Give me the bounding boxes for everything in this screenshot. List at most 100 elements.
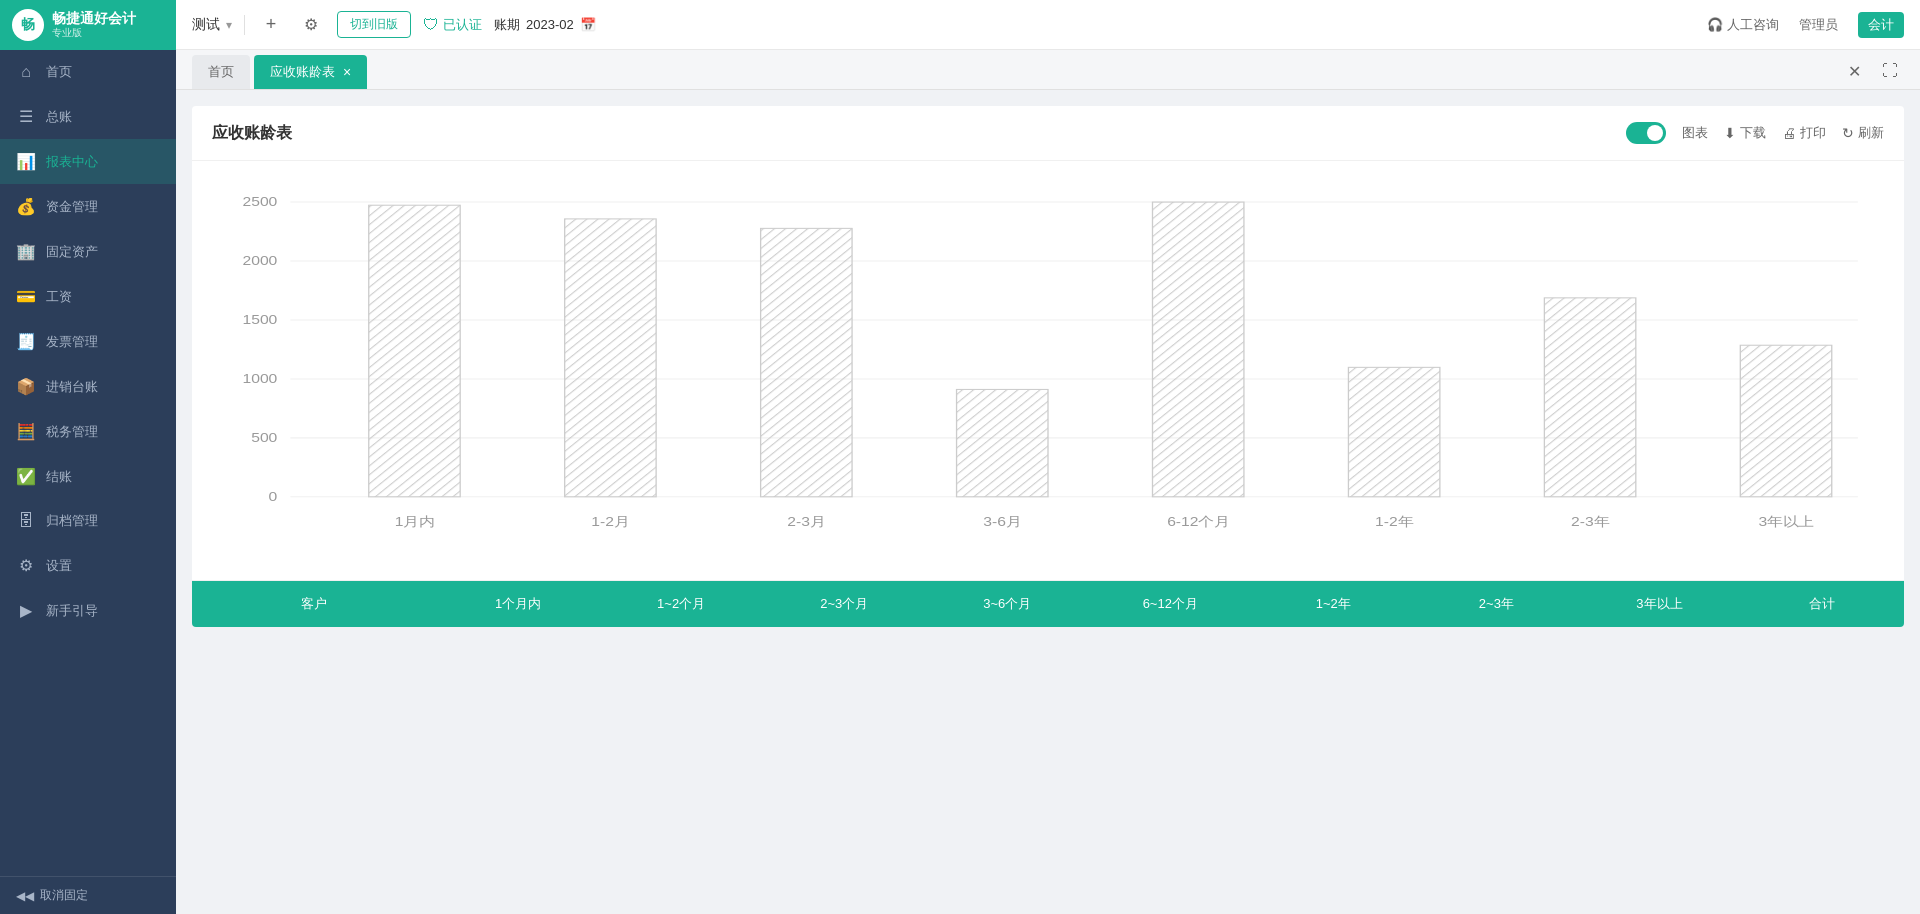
chevron-down-icon: ▾: [226, 18, 232, 32]
tab-actions: ✕ ⛶: [1840, 57, 1904, 89]
sidebar-label-closing: 结账: [46, 468, 72, 486]
sidebar-label-inventory: 进销台账: [46, 378, 98, 396]
inventory-icon: 📦: [16, 377, 36, 396]
switch-version-button[interactable]: 切到旧版: [337, 11, 411, 38]
download-label: 下载: [1740, 124, 1766, 142]
tab-close-window-button[interactable]: ✕: [1840, 57, 1868, 85]
sidebar-item-home[interactable]: ⌂ 首页: [0, 50, 176, 94]
sidebar-item-closing[interactable]: ✅ 结账: [0, 454, 176, 499]
svg-text:1-2月: 1-2月: [591, 515, 629, 529]
close-window-icon: ✕: [1848, 62, 1861, 81]
app-name: 畅捷通好会计: [52, 10, 136, 27]
role-button[interactable]: 会计: [1858, 12, 1904, 38]
th-3plus-year: 3年以上: [1578, 595, 1741, 613]
sidebar-item-inventory[interactable]: 📦 进销台账: [0, 364, 176, 409]
refresh-label: 刷新: [1858, 124, 1884, 142]
page-header: 应收账龄表 图表 ⬇ 下载 🖨 打印 ↻: [192, 106, 1904, 161]
workspace-selector[interactable]: 测试 ▾: [192, 16, 232, 34]
svg-text:0: 0: [269, 490, 278, 504]
svg-rect-17: [761, 228, 852, 496]
add-workspace-button[interactable]: +: [257, 11, 285, 39]
tab-close-button[interactable]: ×: [343, 65, 351, 79]
sidebar-item-ledger[interactable]: ☰ 总账: [0, 94, 176, 139]
main-area: 测试 ▾ + ⚙ 切到旧版 🛡 已认证 账期 2023-02 📅 🎧 人工咨询 …: [176, 0, 1920, 914]
tab-expand-button[interactable]: ⛶: [1876, 57, 1904, 85]
admin-label: 管理员: [1799, 17, 1838, 32]
sidebar-label-ledger: 总账: [46, 108, 72, 126]
sidebar-item-settings[interactable]: ⚙ 设置: [0, 543, 176, 588]
svg-rect-27: [1740, 345, 1831, 497]
sidebar-item-reports[interactable]: 📊 报表中心: [0, 139, 176, 184]
th-1-2month: 1~2个月: [600, 595, 763, 613]
svg-text:2-3月: 2-3月: [787, 515, 825, 529]
sidebar-label-settings: 设置: [46, 557, 72, 575]
verified-badge: 🛡 已认证: [423, 16, 482, 34]
sidebar-label-funds: 资金管理: [46, 198, 98, 216]
workspace-settings-button[interactable]: ⚙: [297, 11, 325, 39]
page-actions: 图表 ⬇ 下载 🖨 打印 ↻ 刷新: [1626, 122, 1884, 144]
sidebar-item-assets[interactable]: 🏢 固定资产: [0, 229, 176, 274]
sidebar-footer-pin[interactable]: ◀◀ 取消固定: [0, 876, 176, 914]
chart-toggle[interactable]: [1626, 122, 1666, 144]
topbar: 测试 ▾ + ⚙ 切到旧版 🛡 已认证 账期 2023-02 📅 🎧 人工咨询 …: [176, 0, 1920, 50]
sidebar-label-home: 首页: [46, 63, 72, 81]
funds-icon: 💰: [16, 197, 36, 216]
download-button[interactable]: ⬇ 下载: [1724, 124, 1766, 142]
svg-text:6-12个月: 6-12个月: [1167, 515, 1229, 529]
logo-text-group: 畅捷通好会计 专业版: [52, 10, 136, 41]
page-title: 应收账龄表: [212, 123, 1626, 144]
home-icon: ⌂: [16, 63, 36, 81]
svg-text:2-3年: 2-3年: [1571, 515, 1609, 529]
assets-icon: 🏢: [16, 242, 36, 261]
table-header: 客户 1个月内 1~2个月 2~3个月 3~6个月 6~12个月 1~2年 2~…: [192, 581, 1904, 627]
period-label: 账期: [494, 16, 520, 34]
pin-label: 取消固定: [40, 887, 88, 904]
sidebar-item-guide[interactable]: ▶ 新手引导: [0, 588, 176, 633]
chart-area: 0 500 1000 1500 2000 2500 1月内: [192, 161, 1904, 581]
sidebar-label-payroll: 工资: [46, 288, 72, 306]
sidebar-label-assets: 固定资产: [46, 243, 98, 261]
th-total: 合计: [1741, 595, 1904, 613]
svg-rect-21: [1153, 202, 1244, 497]
workspace-name: 测试: [192, 16, 220, 34]
sidebar-item-archive[interactable]: 🗄 归档管理: [0, 499, 176, 543]
settings-icon: ⚙: [16, 556, 36, 575]
verified-label: 已认证: [443, 16, 482, 34]
chart-label: 图表: [1682, 124, 1708, 142]
sidebar-item-tax[interactable]: 🧮 税务管理: [0, 409, 176, 454]
tab-ar-aging[interactable]: 应收账龄表 ×: [254, 55, 367, 89]
th-1month: 1个月内: [437, 595, 600, 613]
period-display[interactable]: 账期 2023-02 📅: [494, 16, 596, 34]
role-label: 会计: [1868, 17, 1894, 32]
ledger-icon: ☰: [16, 107, 36, 126]
print-button[interactable]: 🖨 打印: [1782, 124, 1826, 142]
guide-icon: ▶: [16, 601, 36, 620]
admin-button[interactable]: 管理员: [1791, 12, 1846, 38]
svg-text:1-2年: 1-2年: [1375, 515, 1413, 529]
th-2-3year: 2~3年: [1415, 595, 1578, 613]
svg-text:1月内: 1月内: [395, 515, 435, 529]
pin-icon: ◀◀: [16, 889, 34, 903]
ar-aging-tab-label: 应收账龄表: [270, 63, 335, 81]
bar-chart: 0 500 1000 1500 2000 2500 1月内: [212, 181, 1884, 560]
calendar-icon: 📅: [580, 17, 596, 32]
sidebar-item-funds[interactable]: 💰 资金管理: [0, 184, 176, 229]
logo-char: 畅: [21, 16, 35, 34]
sidebar-label-invoice: 发票管理: [46, 333, 98, 351]
sidebar-item-invoice[interactable]: 🧾 发票管理: [0, 319, 176, 364]
th-customer: 客户: [192, 595, 437, 613]
svg-text:2000: 2000: [242, 254, 277, 268]
svg-rect-15: [565, 219, 656, 497]
sidebar-label-guide: 新手引导: [46, 602, 98, 620]
app-edition: 专业版: [52, 26, 136, 40]
archive-icon: 🗄: [16, 512, 36, 530]
sidebar-item-payroll[interactable]: 💳 工资: [0, 274, 176, 319]
th-6-12month: 6~12个月: [1089, 595, 1252, 613]
svg-text:2500: 2500: [242, 195, 277, 209]
tab-home[interactable]: 首页: [192, 55, 250, 89]
refresh-button[interactable]: ↻ 刷新: [1842, 124, 1884, 142]
logo-icon: 畅: [12, 9, 44, 41]
tabs-bar: 首页 应收账龄表 × ✕ ⛶: [176, 50, 1920, 90]
help-button[interactable]: 🎧 人工咨询: [1707, 16, 1779, 34]
payroll-icon: 💳: [16, 287, 36, 306]
